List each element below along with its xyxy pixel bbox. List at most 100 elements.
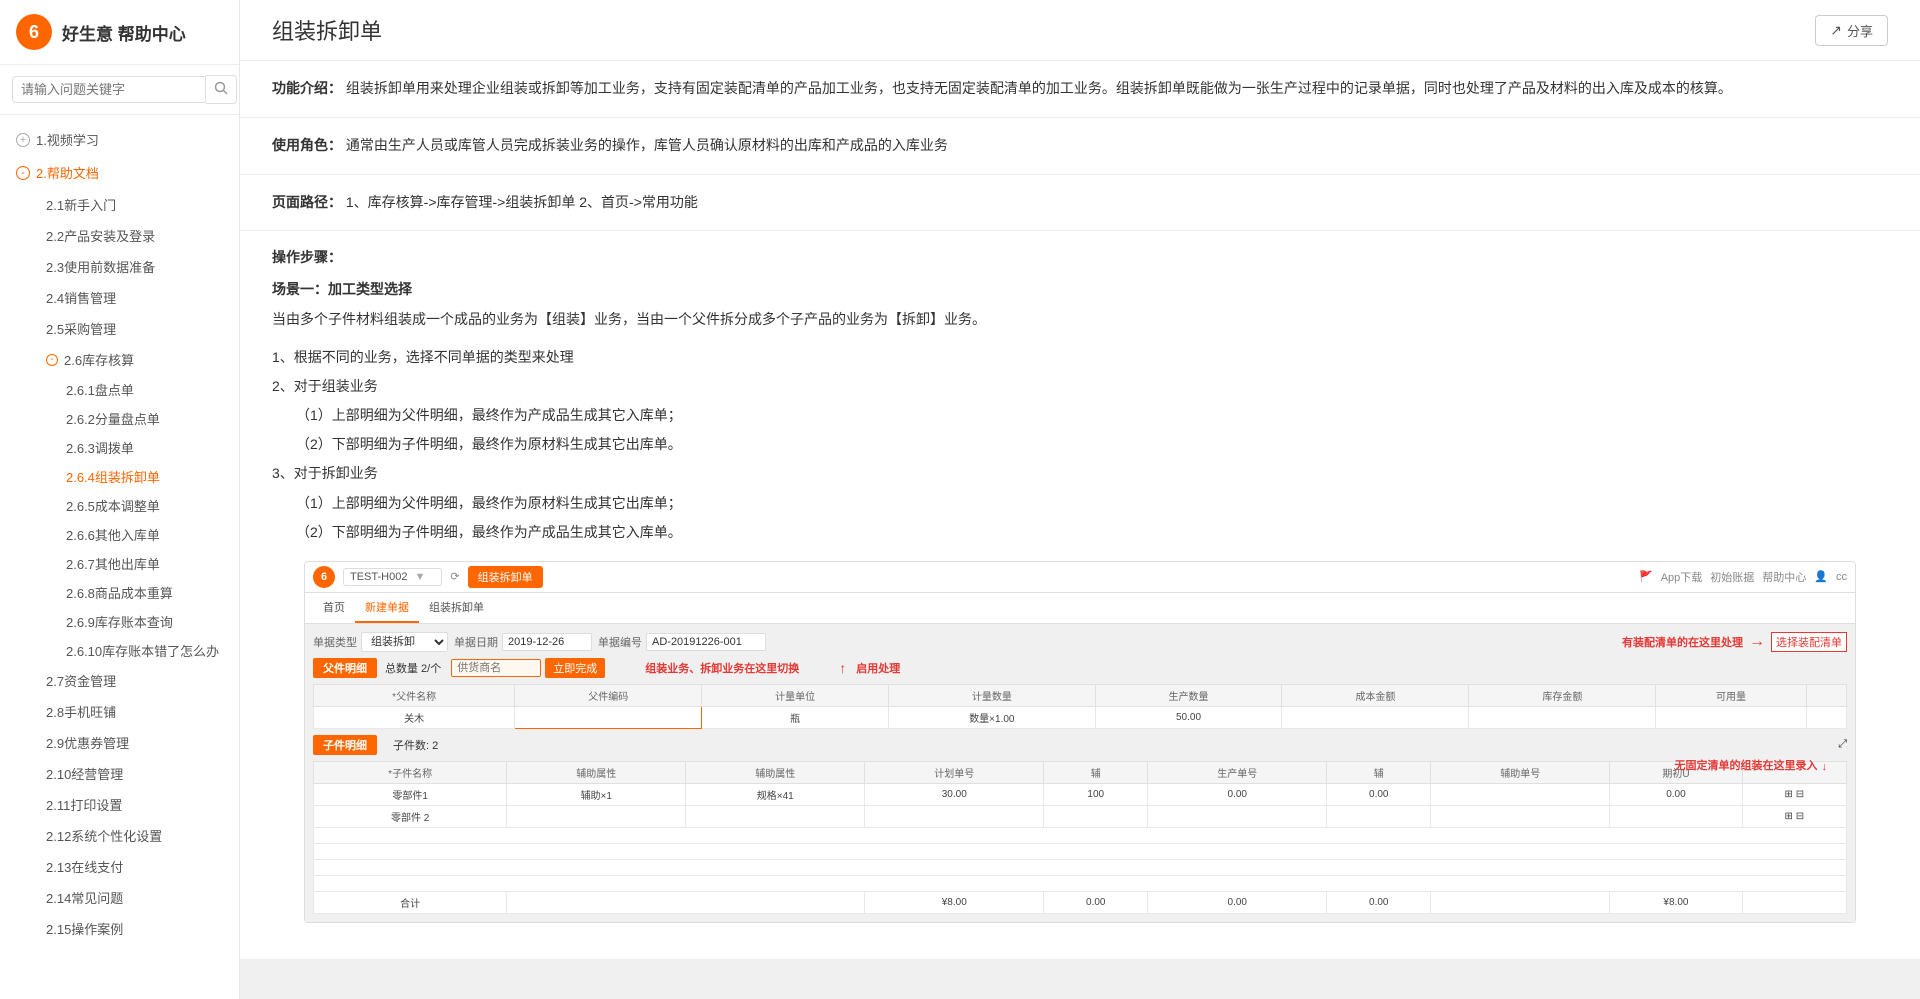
sim-bill-type-select[interactable]: 组装拆卸 [361, 632, 448, 652]
bth-plan: 计划单号 [865, 761, 1044, 783]
sim-flag-icon: 🚩 [1639, 570, 1653, 583]
sidebar-item-ledger-query[interactable]: 2.6.9库存账本查询 [20, 607, 239, 636]
sidebar-item-system[interactable]: 2.12系统个性化设置 [10, 820, 239, 851]
sim-confirm-btn[interactable]: 立即完成 [545, 658, 605, 678]
role-label: 使用角色： [272, 137, 342, 153]
sidebar-item-data-prep[interactable]: 2.3使用前数据准备 [10, 251, 239, 282]
sidebar-item-transfer[interactable]: 2.6.3调拨单 [20, 433, 239, 462]
annotation-right2: 启用处理 [856, 660, 900, 676]
sim-nav: 首页 新建单据 组装拆卸单 [305, 593, 1855, 624]
sim-supplier-input[interactable] [451, 659, 541, 677]
bc-footer-v6: ¥8.00 [1610, 891, 1742, 913]
sim-code-field: 单据编号 [598, 633, 766, 651]
bottom-row-1: 零部件1 辅助×1 规格×41 30.00 100 0.00 0.00 [314, 783, 1847, 805]
bottom-row-6 [314, 875, 1847, 891]
th-prod-qty: 生产数量 [1095, 684, 1282, 706]
sim-code-label: 单据编号 [598, 634, 642, 650]
sidebar-item-install[interactable]: 2.2产品安装及登录 [10, 220, 239, 251]
sim-section-row: 父件明细 总数量 2/个 [313, 658, 441, 678]
sidebar-item-sales[interactable]: 2.4销售管理 [10, 282, 239, 313]
app-logo: 6 [16, 14, 52, 50]
bth-aux3: 辅助单号 [1431, 761, 1610, 783]
sidebar-item-ledger-fix[interactable]: 2.6.10库存账本错了怎么办 [20, 636, 239, 665]
sidebar-item-ops[interactable]: 2.10经营管理 [10, 758, 239, 789]
sidebar-item-videos[interactable]: + 1.视频学习 [0, 123, 239, 156]
app-name: 好生意 帮助中心 [62, 20, 186, 45]
sidebar-item-other-in[interactable]: 2.6.6其他入库单 [20, 520, 239, 549]
cell-cost [1282, 706, 1469, 728]
sim-bottom-section-row: 子件明细 子件数: 2 无固定清单的组装在这里录入 ↓ ⤢ [313, 735, 1847, 755]
bc-plan2 [865, 805, 1044, 827]
main-area: 组装拆卸单 ↗ 分享 功能介绍： 组装拆卸单用来处理企业组装或拆卸等加工业务，支… [240, 0, 1920, 999]
nav-section-docs: - 2.帮助文档 2.1新手入门 2.2产品安装及登录 2.3使用前数据准备 2… [0, 156, 239, 944]
sidebar-item-purchase[interactable]: 2.5采购管理 [10, 313, 239, 344]
th-qty: 计量数量 [889, 684, 1095, 706]
th-stock-amt: 库存金额 [1469, 684, 1656, 706]
bc-aux1b: 0.00 [1327, 783, 1431, 805]
nav-section-videos: + 1.视频学习 [0, 123, 239, 156]
sidebar-item-print[interactable]: 2.11打印设置 [10, 789, 239, 820]
cell-action [1806, 706, 1846, 728]
cell-code [515, 706, 702, 728]
main-header: 组装拆卸单 ↗ 分享 [240, 0, 1920, 61]
sim-date-field: 单据日期 [454, 633, 592, 651]
nav-deep-items: 2.6.1盘点单 2.6.2分量盘点单 2.6.3调拨单 2.6.4组装拆卸单 … [20, 375, 239, 665]
sidebar-item-mobile[interactable]: 2.8手机旺铺 [10, 696, 239, 727]
sim-tab-list[interactable]: 组装拆卸单 [419, 593, 494, 623]
bc-footer-ops [1742, 891, 1846, 913]
th-parent-code: 父件编码 [515, 684, 702, 706]
sidebar-item-inventory[interactable]: - 2.6库存核算 [20, 344, 239, 375]
bc-footer-v1: ¥8.00 [865, 891, 1044, 913]
sidebar-item-other-out[interactable]: 2.6.7其他出库单 [20, 549, 239, 578]
func-intro-label: 功能介绍： [272, 80, 342, 96]
sim-code-input[interactable] [646, 633, 766, 651]
sidebar-item-docs[interactable]: - 2.帮助文档 [0, 156, 239, 189]
sidebar-item-cost-recalc[interactable]: 2.6.8商品成本重算 [20, 578, 239, 607]
bc-attr1b: 规格×41 [686, 783, 865, 805]
bc-aux2b [1327, 805, 1431, 827]
share-button[interactable]: ↗ 分享 [1815, 15, 1888, 46]
bc-name1: 零部件1 [314, 783, 507, 805]
cell-prod-qty: 50.00 [1095, 706, 1282, 728]
sidebar-item-coupon[interactable]: 2.9优惠券管理 [10, 727, 239, 758]
func-intro-block: 功能介绍： 组装拆卸单用来处理企业组装或拆卸等加工业务，支持有固定装配清单的产品… [240, 61, 1920, 118]
bc-footer-label: 合计 [314, 891, 507, 913]
sim-bill-type-field: 单据类型 组装拆卸 [313, 632, 448, 652]
sim-date-input[interactable] [502, 633, 592, 651]
screenshot-container: 6 TEST-H002 ▼ ⟳ 组装拆卸单 🚩 App下载 初始账据 [304, 561, 1856, 923]
content-card: 功能介绍： 组装拆卸单用来处理企业组装或拆卸等加工业务，支持有固定装配清单的产品… [240, 61, 1920, 960]
sim-expand-icon: ⤢ [1838, 738, 1847, 751]
ops-heading: 操作步骤： [272, 247, 1888, 267]
step3-sub2: （2）下部明细为子件明细，最终作为产成品生成其它入库单。 [296, 520, 1888, 545]
collapse-icon: - [16, 166, 30, 180]
sim-init-data: 初始账据 [1710, 569, 1754, 585]
sim-tab-new[interactable]: 新建单据 [355, 593, 419, 623]
sim-tab-home[interactable]: 首页 [313, 593, 355, 623]
sidebar-item-faq[interactable]: 2.14常见问题 [10, 882, 239, 913]
sidebar-item-stocktake[interactable]: 2.6.1盘点单 [20, 375, 239, 404]
sim-sync-icon: ⟳ [450, 570, 459, 583]
sim-select-bill-btn[interactable]: 选择装配清单 [1771, 632, 1847, 652]
logo-area: 6 好生意 帮助中心 [0, 0, 239, 65]
sidebar-item-finance[interactable]: 2.7资金管理 [10, 665, 239, 696]
sidebar-item-cost-adj[interactable]: 2.6.5成本调整单 [20, 491, 239, 520]
sim-screenshot: 6 TEST-H002 ▼ ⟳ 组装拆卸单 🚩 App下载 初始账据 [305, 562, 1855, 922]
bc-prod2 [1148, 805, 1327, 827]
search-input[interactable] [12, 76, 206, 103]
bc-attr1a: 辅助×1 [507, 783, 686, 805]
sidebar-item-payment[interactable]: 2.13在线支付 [10, 851, 239, 882]
cell-stock [1469, 706, 1656, 728]
sim-company-select: TEST-H002 ▼ [343, 568, 442, 586]
sidebar-item-partial-stock[interactable]: 2.6.2分量盘点单 [20, 404, 239, 433]
search-button[interactable] [206, 75, 237, 104]
sim-form-row1: 单据类型 组装拆卸 单据日期 单据编号 [313, 632, 1847, 652]
sim-date-label: 单据日期 [454, 634, 498, 650]
step3: 3、对于拆卸业务 [272, 461, 1888, 486]
bth-attr2: 辅助属性 [686, 761, 865, 783]
sidebar-item-assembly[interactable]: 2.6.4组装拆卸单 [20, 462, 239, 491]
bth-aux1: 辅 [1044, 761, 1148, 783]
sidebar-item-beginner[interactable]: 2.1新手入门 [10, 189, 239, 220]
sim-new-bill-btn[interactable]: 组装拆卸单 [468, 566, 543, 588]
main-content: 功能介绍： 组装拆卸单用来处理企业组装或拆卸等加工业务，支持有固定装配清单的产品… [240, 61, 1920, 999]
sidebar-item-cases[interactable]: 2.15操作案例 [10, 913, 239, 944]
